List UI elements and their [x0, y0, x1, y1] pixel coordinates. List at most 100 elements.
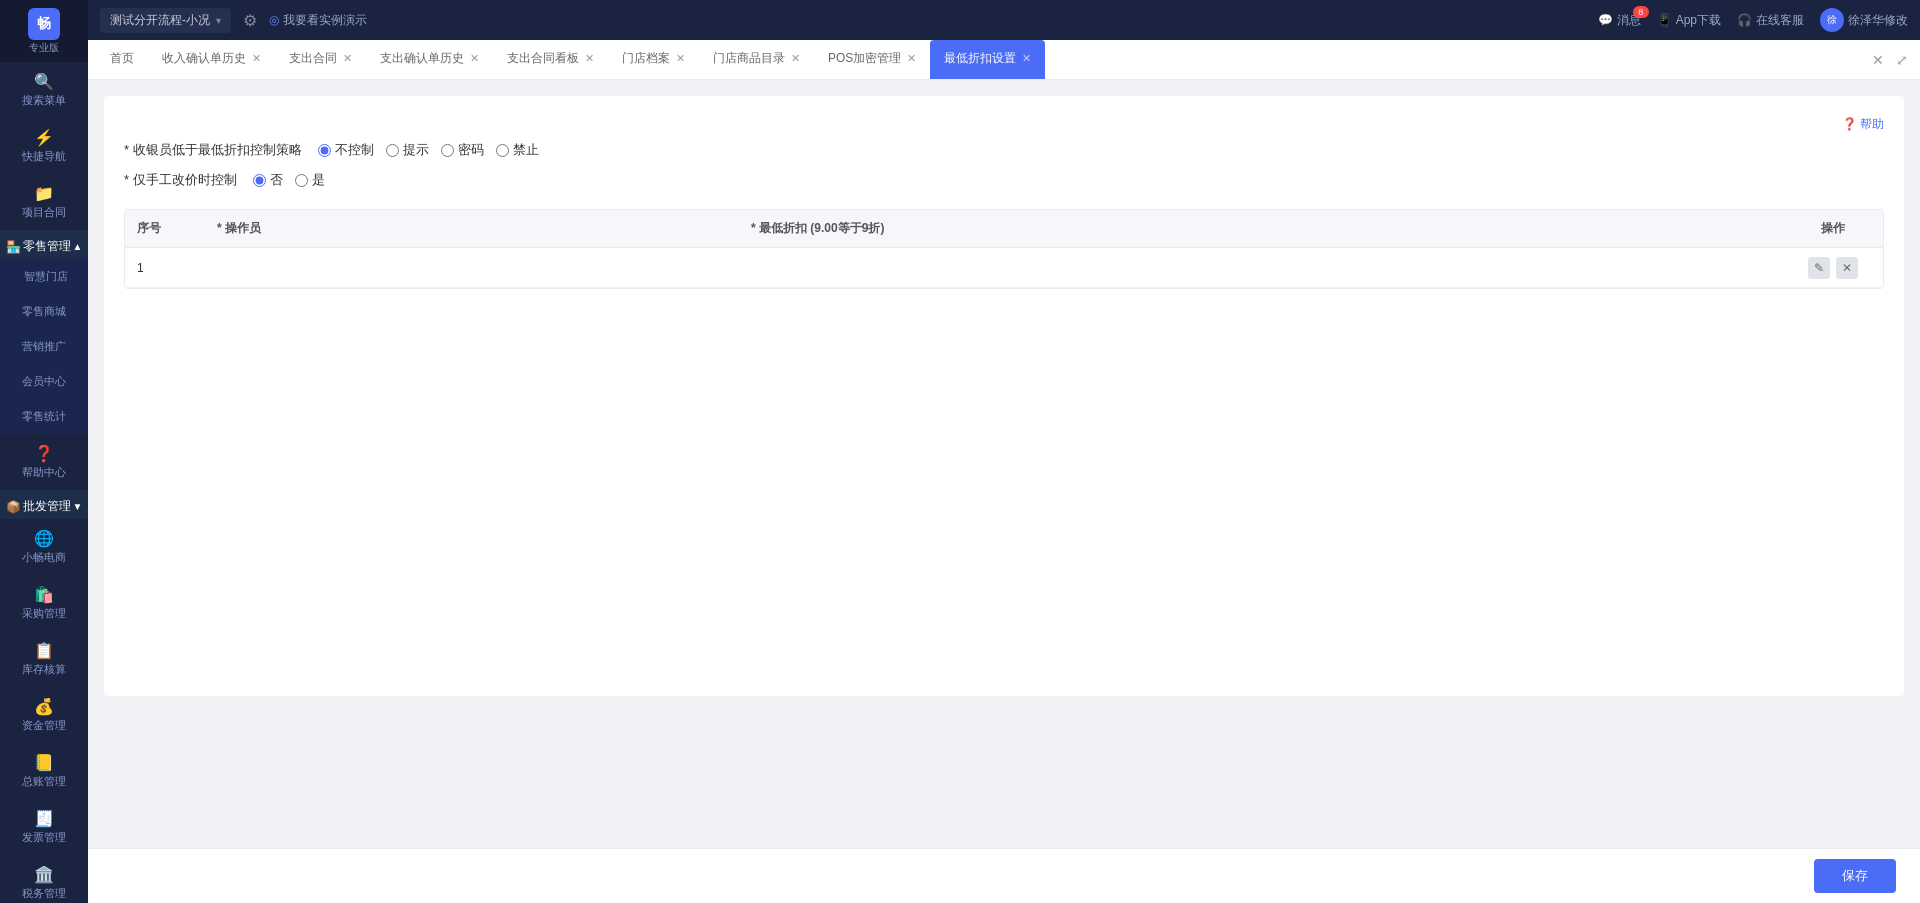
help-icon: ❓: [34, 444, 54, 463]
td-discount-1: [739, 260, 1783, 276]
option-password[interactable]: 密码: [441, 141, 484, 159]
table-row: 1 ✎ ✕: [125, 248, 1883, 288]
sidebar-item-ecommerce[interactable]: 🌐 小畅电商: [0, 519, 88, 575]
th-ops: 操作: [1783, 210, 1883, 247]
tab-payment[interactable]: 支出合同 ✕: [275, 40, 366, 79]
tab-poslock-label: POS加密管理: [828, 50, 901, 67]
content-area: ❓ 帮助 * 收银员低于最低折扣控制策略 不控制 提示: [88, 80, 1920, 848]
topbar: 测试分开流程-小况 ▾ ⚙ ◎ 我要看实例演示 💬 消息 8 📱 App下载 🎧…: [88, 0, 1920, 40]
tab-income-close[interactable]: ✕: [252, 52, 261, 65]
option-password-label: 密码: [458, 141, 484, 159]
tab-poslock[interactable]: POS加密管理 ✕: [814, 40, 930, 79]
tab-close-all-icon[interactable]: ✕: [1868, 48, 1888, 72]
tab-storegoods-close[interactable]: ✕: [791, 52, 800, 65]
edit-icon[interactable]: ✎: [1808, 257, 1830, 279]
topbar-online-service[interactable]: 🎧 在线客服: [1737, 12, 1804, 29]
tab-mindiscount-label: 最低折扣设置: [944, 50, 1016, 67]
discount-required-mark: *: [751, 221, 759, 235]
option-forbid[interactable]: 禁止: [496, 141, 539, 159]
sidebar-label-batch: 批发管理: [23, 498, 71, 515]
tab-income-label: 收入确认单历史: [162, 50, 246, 67]
tab-storefile-close[interactable]: ✕: [676, 52, 685, 65]
tab-payboard-close[interactable]: ✕: [585, 52, 594, 65]
tab-expand-icon[interactable]: ⤢: [1892, 48, 1912, 72]
sidebar-item-purchase[interactable]: 🛍️ 采购管理: [0, 575, 88, 631]
sidebar-item-project[interactable]: 📁 项目合同: [0, 174, 88, 230]
help-link[interactable]: ❓ 帮助: [1842, 116, 1884, 133]
message-badge: 8: [1633, 6, 1649, 18]
tab-mindiscount[interactable]: 最低折扣设置 ✕: [930, 40, 1045, 79]
tab-home[interactable]: 首页: [96, 40, 148, 79]
option-no-control[interactable]: 不控制: [318, 141, 374, 159]
sidebar-label-purchase: 采购管理: [22, 606, 66, 621]
topbar-project-selector[interactable]: 测试分开流程-小况 ▾: [100, 8, 231, 33]
sidebar-item-quicknav[interactable]: ⚡ 快捷导航: [0, 118, 88, 174]
tab-storefile[interactable]: 门店档案 ✕: [608, 40, 699, 79]
sidebar-item-batch[interactable]: 📦 批发管理 ▼: [0, 490, 88, 519]
sidebar-item-ledger[interactable]: 📒 总账管理: [0, 743, 88, 799]
td-seq-1: 1: [125, 253, 205, 283]
logo-icon: 畅: [28, 8, 60, 40]
purchase-icon: 🛍️: [34, 585, 54, 604]
help-area: ❓ 帮助: [124, 116, 1884, 133]
main-area: 测试分开流程-小况 ▾ ⚙ ◎ 我要看实例演示 💬 消息 8 📱 App下载 🎧…: [88, 0, 1920, 903]
sidebar-label-capital: 资金管理: [22, 718, 66, 733]
manual-price-label: * 仅手工改价时控制: [124, 171, 237, 189]
sidebar-item-onlineshop[interactable]: 零售商城: [0, 294, 88, 329]
sidebar-item-retail[interactable]: 🏪 零售管理 ▲: [0, 230, 88, 259]
username-label: 徐泽华修改: [1848, 12, 1908, 29]
operator-required-mark: *: [217, 221, 225, 235]
tab-payconfirm-close[interactable]: ✕: [470, 52, 479, 65]
option-yes[interactable]: 是: [295, 171, 325, 189]
manual-price-options: 否 是: [253, 171, 325, 189]
sidebar-label-retailstat: 零售统计: [22, 409, 66, 424]
topbar-user[interactable]: 徐 徐泽华修改: [1820, 8, 1908, 32]
sidebar-label-inventory: 库存核算: [22, 662, 66, 677]
tab-payment-close[interactable]: ✕: [343, 52, 352, 65]
topbar-demo-link[interactable]: ◎ 我要看实例演示: [269, 12, 367, 29]
th-operator: * 操作员: [205, 210, 739, 247]
avatar: 徐: [1820, 8, 1844, 32]
tab-payboard[interactable]: 支出合同看板 ✕: [493, 40, 608, 79]
sidebar-item-help[interactable]: ❓ 帮助中心: [0, 434, 88, 490]
sidebar-label-help: 帮助中心: [22, 465, 66, 480]
sidebar-item-smartshop[interactable]: 智慧门店: [0, 259, 88, 294]
bottom-bar: 保存: [88, 848, 1920, 903]
option-prompt[interactable]: 提示: [386, 141, 429, 159]
topbar-app-download[interactable]: 📱 App下载: [1657, 12, 1721, 29]
option-no-label: 否: [270, 171, 283, 189]
sidebar-item-capital[interactable]: 💰 资金管理: [0, 687, 88, 743]
topbar-message[interactable]: 💬 消息 8: [1598, 12, 1641, 29]
tab-poslock-close[interactable]: ✕: [907, 52, 916, 65]
tab-mindiscount-close[interactable]: ✕: [1022, 52, 1031, 65]
sidebar-item-inventory[interactable]: 📋 库存核算: [0, 631, 88, 687]
tab-storegoods[interactable]: 门店商品目录 ✕: [699, 40, 814, 79]
option-forbid-label: 禁止: [513, 141, 539, 159]
tab-income[interactable]: 收入确认单历史 ✕: [148, 40, 275, 79]
sidebar-item-search[interactable]: 🔍 搜索菜单: [0, 62, 88, 118]
discount-strategy-row: * 收银员低于最低折扣控制策略 不控制 提示 密码: [124, 141, 1884, 159]
project-chevron-icon: ▾: [216, 15, 221, 26]
sidebar-logo: 畅 专业版: [0, 0, 88, 62]
sidebar-item-invoice[interactable]: 🧾 发票管理: [0, 799, 88, 855]
project-icon: 📁: [34, 184, 54, 203]
service-icon: 🎧: [1737, 13, 1752, 27]
message-icon: 💬: [1598, 13, 1613, 27]
save-button[interactable]: 保存: [1814, 859, 1896, 893]
sidebar-item-retailstat[interactable]: 零售统计: [0, 399, 88, 434]
sidebar-item-member[interactable]: 会员中心: [0, 364, 88, 399]
sidebar-label-ecommerce: 小畅电商: [22, 550, 66, 565]
batch-arrow-icon: ▼: [73, 501, 83, 512]
logo-text: 专业版: [29, 42, 59, 54]
service-label: 在线客服: [1756, 12, 1804, 29]
sidebar-item-marketing[interactable]: 营销推广: [0, 329, 88, 364]
sidebar-label-member: 会员中心: [22, 374, 66, 389]
topbar-settings-icon[interactable]: ⚙: [243, 11, 257, 30]
option-no[interactable]: 否: [253, 171, 283, 189]
sidebar-item-tax[interactable]: 🏛️ 税务管理: [0, 855, 88, 903]
delete-icon[interactable]: ✕: [1836, 257, 1858, 279]
discount-strategy-label: * 收银员低于最低折扣控制策略: [124, 141, 302, 159]
form-section: * 收银员低于最低折扣控制策略 不控制 提示 密码: [124, 141, 1884, 189]
quicknav-icon: ⚡: [34, 128, 54, 147]
tab-payconfirm[interactable]: 支出确认单历史 ✕: [366, 40, 493, 79]
